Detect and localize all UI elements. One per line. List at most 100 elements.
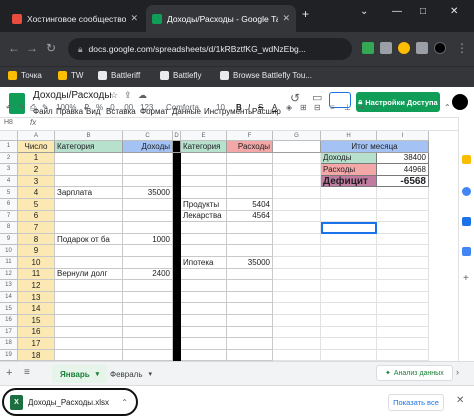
cell-d13[interactable] (173, 280, 181, 292)
cell-g7[interactable] (273, 210, 321, 223)
cell-f13[interactable] (227, 280, 273, 292)
cell-g5[interactable] (273, 187, 321, 199)
cell-g14[interactable] (273, 291, 321, 304)
cell-g12[interactable] (273, 268, 321, 281)
cell-b16[interactable] (55, 315, 123, 327)
window-close-icon[interactable]: ✕ (450, 6, 458, 17)
row-header[interactable]: 7 (0, 210, 18, 223)
cell-d3[interactable] (173, 164, 181, 176)
cell-e6[interactable]: Продукты (181, 199, 227, 211)
calendar-icon[interactable] (462, 247, 471, 256)
cell-g1[interactable] (273, 141, 321, 153)
cell-g9[interactable] (273, 233, 321, 246)
cell-d9[interactable] (173, 233, 181, 246)
cell-e7[interactable]: Лекарства (181, 210, 227, 223)
address-bar[interactable]: 🔒︎ docs.google.com/spreadsheets/d/1kRBzt… (68, 38, 352, 60)
all-sheets-icon[interactable]: ≡ (24, 367, 30, 378)
cell-i3[interactable]: 44968 (377, 164, 429, 176)
cell-i10[interactable] (377, 245, 429, 257)
row-header[interactable]: 10 (0, 245, 18, 257)
cell-a11[interactable]: 10 (18, 257, 55, 269)
row-header[interactable]: 15 (0, 303, 18, 315)
cell-g10[interactable] (273, 245, 321, 257)
bookmark-item[interactable]: TW (58, 71, 83, 80)
cell-e18[interactable] (181, 338, 227, 350)
cell-c13[interactable] (123, 280, 173, 292)
extension-icon[interactable] (398, 42, 410, 54)
cell-d11[interactable] (173, 257, 181, 269)
row-header[interactable]: 2 (0, 152, 18, 165)
cell-g6[interactable] (273, 199, 321, 211)
font-size-select[interactable]: 10 (216, 103, 225, 112)
cell-a19[interactable]: 18 (18, 349, 55, 361)
cell-h14[interactable] (321, 291, 377, 304)
cell-b11[interactable] (55, 257, 123, 269)
cell-h13[interactable] (321, 280, 377, 292)
cell-g3[interactable] (273, 164, 321, 176)
cell-e16[interactable] (181, 315, 227, 327)
cell-i13[interactable] (377, 280, 429, 292)
paint-format-icon[interactable]: ✎ (42, 103, 49, 112)
redo-icon[interactable]: ↷ (18, 103, 25, 112)
cell-b18[interactable] (55, 338, 123, 350)
cell-a15[interactable]: 14 (18, 303, 55, 315)
bookmark-item[interactable]: Battleriff (98, 71, 140, 80)
close-icon[interactable]: ✕ (456, 395, 464, 406)
row-header[interactable]: 19 (0, 349, 18, 361)
extension-icon[interactable] (380, 42, 392, 54)
cell-f7[interactable]: 4564 (227, 210, 273, 223)
cell-i11[interactable] (377, 257, 429, 269)
cell-d1[interactable] (173, 141, 181, 153)
cell-h5[interactable] (321, 187, 377, 199)
row-header[interactable]: 5 (0, 187, 18, 199)
cell-b7[interactable] (55, 210, 123, 223)
cell-h15[interactable] (321, 303, 377, 315)
cell-b1[interactable]: Категория (55, 141, 123, 153)
percent-format[interactable]: % (96, 103, 103, 112)
cell-b8[interactable] (55, 222, 123, 234)
cell-e15[interactable] (181, 303, 227, 315)
print-icon[interactable]: ⎙ (30, 103, 36, 113)
cell-i16[interactable] (377, 315, 429, 327)
increase-decimal[interactable]: .00 (122, 103, 133, 112)
cell-c12[interactable]: 2400 (123, 268, 173, 281)
add-sheet-icon[interactable]: + (6, 367, 12, 379)
cell-c9[interactable]: 1000 (123, 233, 173, 246)
row-header[interactable]: 16 (0, 315, 18, 327)
decrease-decimal[interactable]: .0 (108, 103, 115, 112)
rotate-icon[interactable]: ↗ (372, 103, 379, 112)
cell-e1[interactable]: Категория (181, 141, 227, 153)
cell-g16[interactable] (273, 315, 321, 327)
column-header[interactable]: B (55, 131, 123, 141)
cell-e11[interactable]: Ипотека (181, 257, 227, 269)
cell-e2[interactable] (181, 152, 227, 165)
cell-h2[interactable]: Доходы (321, 152, 377, 165)
chevron-up-icon[interactable]: ⌃ (121, 398, 128, 407)
cell-b6[interactable] (55, 199, 123, 211)
new-tab-icon[interactable]: + (302, 7, 309, 21)
cell-b9[interactable]: Подарок от ба (55, 233, 123, 246)
cell-c1[interactable]: Доходы (123, 141, 173, 153)
cell-a4[interactable]: 3 (18, 175, 55, 188)
cell-i4[interactable]: -6568 (377, 175, 429, 188)
cell-a12[interactable]: 11 (18, 268, 55, 281)
extension-icon[interactable] (362, 42, 374, 54)
borders-icon[interactable]: ⊞ (300, 103, 307, 112)
text-color-icon[interactable]: A (272, 103, 277, 112)
cell-a17[interactable]: 16 (18, 326, 55, 339)
cell-e3[interactable] (181, 164, 227, 176)
italic-icon[interactable]: I (248, 103, 250, 112)
cell-g8[interactable] (273, 222, 321, 234)
cell-i17[interactable] (377, 326, 429, 339)
cell-a1[interactable]: Число (18, 141, 55, 153)
close-icon[interactable]: ✕ (282, 13, 290, 24)
cell-g4[interactable] (273, 175, 321, 188)
row-header[interactable]: 14 (0, 291, 18, 304)
cell-h19[interactable] (321, 349, 377, 361)
cell-d6[interactable] (173, 199, 181, 211)
fill-color-icon[interactable]: ◈ (286, 103, 292, 112)
cell-d2[interactable] (173, 152, 181, 165)
cell-e8[interactable] (181, 222, 227, 234)
cell-h6[interactable] (321, 199, 377, 211)
cell-e19[interactable] (181, 349, 227, 361)
